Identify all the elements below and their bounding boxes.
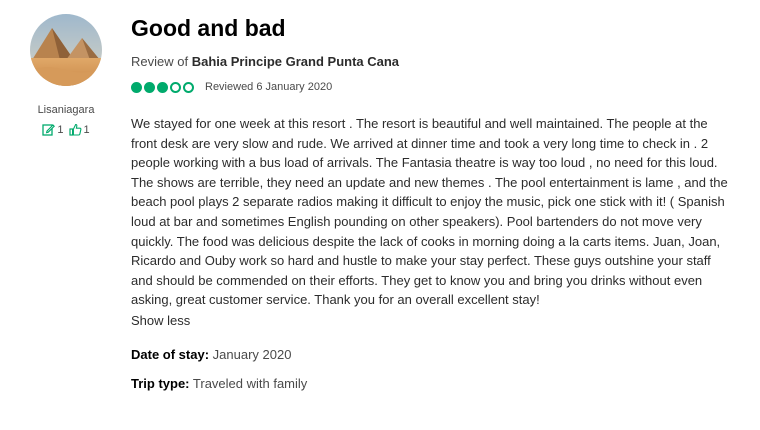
review-body: We stayed for one week at this resort . … xyxy=(131,116,728,308)
rating-bubble-4 xyxy=(170,81,181,93)
rating-row: Reviewed 6 January 2020 xyxy=(131,79,731,95)
date-of-stay-label: Date of stay: xyxy=(131,346,210,362)
reviewed-date: Reviewed 6 January 2020 xyxy=(205,81,333,93)
reviewer-panel: Lisaniagara 1 1 xyxy=(24,14,108,136)
edit-review-icon xyxy=(42,123,56,136)
thumbs-up-icon xyxy=(68,123,82,136)
rating-bubble-2 xyxy=(144,81,155,93)
helpful-votes-count: 1 xyxy=(83,123,90,136)
date-of-stay: Date of stay: January 2020 xyxy=(131,347,731,362)
review-title[interactable]: Good and bad xyxy=(131,12,731,44)
rating-bubble-1 xyxy=(131,81,142,93)
reviewer-username[interactable]: Lisaniagara xyxy=(24,104,108,116)
trip-type: Trip type: Traveled with family xyxy=(131,376,731,391)
rating-bubble-3 xyxy=(157,81,168,93)
contributions-count: 1 xyxy=(57,123,64,136)
trip-type-label: Trip type: xyxy=(131,375,190,391)
rating-bubble-5 xyxy=(183,81,194,93)
review-content: Good and bad Review of Bahia Principe Gr… xyxy=(131,12,731,391)
date-of-stay-value: January 2020 xyxy=(212,346,292,362)
review-of-line: Review of Bahia Principe Grand Punta Can… xyxy=(131,54,731,69)
trip-type-value: Traveled with family xyxy=(192,375,308,391)
hotel-name-link[interactable]: Bahia Principe Grand Punta Cana xyxy=(192,54,399,69)
bubble-rating xyxy=(131,81,194,93)
pyramids-avatar-icon xyxy=(30,14,102,86)
review-of-prefix: Review of xyxy=(131,54,192,69)
avatar[interactable] xyxy=(30,14,102,86)
reviewer-stats: 1 1 xyxy=(24,123,108,136)
show-less-link[interactable]: Show less xyxy=(131,313,190,328)
